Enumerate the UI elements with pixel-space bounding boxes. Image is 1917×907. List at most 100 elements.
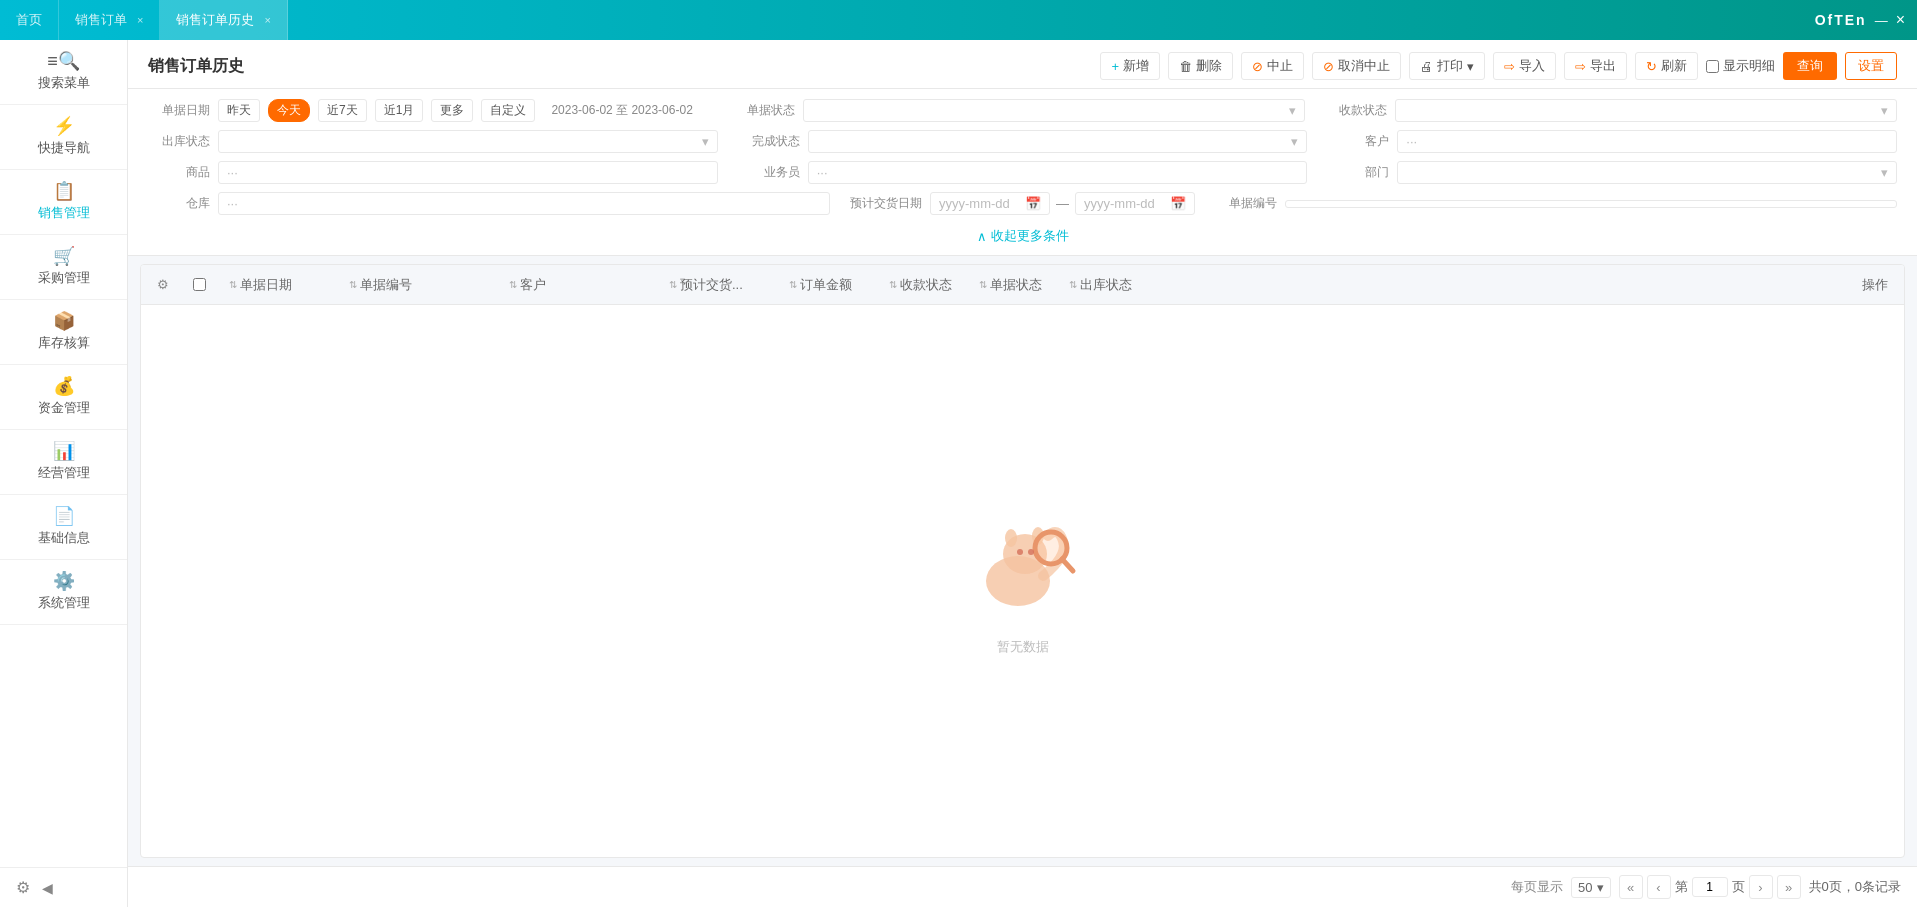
date-1month-btn[interactable]: 近1月 bbox=[375, 99, 424, 122]
sidebar-item-purchase-mgmt[interactable]: 🛒 采购管理 bbox=[0, 235, 127, 300]
next-page-btn[interactable]: › bbox=[1749, 875, 1773, 899]
top-bar-right: OfTEn — × bbox=[1803, 11, 1917, 29]
delivery-end-input[interactable]: yyyy-mm-dd 📅 bbox=[1075, 192, 1195, 215]
empty-svg bbox=[963, 506, 1083, 626]
sidebar-item-inventory-label: 库存核算 bbox=[38, 334, 90, 352]
recv-status-select[interactable]: ▾ bbox=[1395, 99, 1897, 122]
total-info: 共0页，0条记录 bbox=[1809, 878, 1901, 896]
th-delivery[interactable]: ⇅ 预计交货... bbox=[661, 276, 781, 294]
product-placeholder: ··· bbox=[227, 165, 238, 180]
out-status-select[interactable]: ▾ bbox=[218, 130, 718, 153]
sidebar-item-sales-mgmt[interactable]: 📋 销售管理 bbox=[0, 170, 127, 235]
sidebar-item-sys-mgmt[interactable]: ⚙️ 系统管理 bbox=[0, 560, 127, 625]
stop-button[interactable]: ⊘ 中止 bbox=[1241, 52, 1304, 80]
sidebar-item-operations[interactable]: 📊 经营管理 bbox=[0, 430, 127, 495]
show-cols-toggle[interactable]: 显示明细 bbox=[1706, 57, 1775, 75]
sidebar-collapse-icon[interactable]: ◀ bbox=[42, 880, 53, 896]
page-header: 销售订单历史 + 新增 🗑 删除 ⊘ 中止 ⊘ 取消中止 bbox=[128, 40, 1917, 89]
finance-icon: 💰 bbox=[53, 377, 75, 395]
tab-sales-order-close[interactable]: × bbox=[137, 14, 143, 26]
sidebar-settings-icon[interactable]: ⚙ bbox=[16, 878, 30, 897]
query-button[interactable]: 查询 bbox=[1783, 52, 1837, 80]
th-amount[interactable]: ⇅ 订单金额 bbox=[781, 276, 881, 294]
cancel-stop-label: 取消中止 bbox=[1338, 57, 1390, 75]
th-date[interactable]: ⇅ 单据日期 bbox=[221, 276, 341, 294]
filter-row-3: 商品 ··· 业务员 ··· 部门 ▾ bbox=[148, 161, 1897, 184]
date-7days-btn[interactable]: 近7天 bbox=[318, 99, 367, 122]
page-suffix: 页 bbox=[1732, 878, 1745, 896]
th-customer[interactable]: ⇅ 客户 bbox=[501, 276, 661, 294]
dept-arrow: ▾ bbox=[1881, 165, 1888, 180]
sidebar-item-quick-nav[interactable]: ⚡ 快捷导航 bbox=[0, 105, 127, 170]
product-input[interactable]: ··· bbox=[218, 161, 718, 184]
page-size-select[interactable]: 50 ▾ bbox=[1571, 877, 1610, 898]
export-button[interactable]: ⇨ 导出 bbox=[1564, 52, 1627, 80]
customer-input[interactable]: ··· bbox=[1397, 130, 1897, 153]
collapse-row[interactable]: ∧ 收起更多条件 bbox=[148, 223, 1897, 245]
select-all-checkbox[interactable] bbox=[193, 278, 206, 291]
sidebar-item-finance[interactable]: 💰 资金管理 bbox=[0, 365, 127, 430]
salesperson-input[interactable]: ··· bbox=[808, 161, 1308, 184]
settings-gear-icon[interactable]: ⚙ bbox=[157, 277, 169, 292]
stop-icon: ⊘ bbox=[1252, 59, 1263, 74]
empty-text: 暂无数据 bbox=[997, 638, 1049, 656]
th-settings[interactable]: ⚙ bbox=[149, 277, 185, 292]
th-bill-status[interactable]: ⇅ 单据状态 bbox=[971, 276, 1061, 294]
query-label: 查询 bbox=[1797, 58, 1823, 73]
setting-button[interactable]: 设置 bbox=[1845, 52, 1897, 80]
complete-status-label: 完成状态 bbox=[738, 133, 808, 150]
sidebar-item-search-menu-label: 搜索菜单 bbox=[38, 74, 90, 92]
add-label: 新增 bbox=[1123, 57, 1149, 75]
th-action: 操作 bbox=[1151, 276, 1896, 294]
complete-status-select[interactable]: ▾ bbox=[808, 130, 1308, 153]
page-number-input[interactable] bbox=[1692, 877, 1728, 897]
delivery-start-input[interactable]: yyyy-mm-dd 📅 bbox=[930, 192, 1050, 215]
svg-point-2 bbox=[1005, 529, 1017, 547]
sidebar-item-basic-info[interactable]: 📄 基础信息 bbox=[0, 495, 127, 560]
first-page-btn[interactable]: « bbox=[1619, 875, 1643, 899]
filter-area: 单据日期 昨天 今天 近7天 近1月 更多 自定义 2023-06-02 至 2… bbox=[128, 89, 1917, 256]
calendar-end-icon[interactable]: 📅 bbox=[1170, 196, 1186, 211]
warehouse-input[interactable]: ··· bbox=[218, 192, 830, 215]
bill-status-arrow: ▾ bbox=[1289, 103, 1296, 118]
date-custom-btn[interactable]: 自定义 bbox=[481, 99, 535, 122]
svg-point-7 bbox=[1028, 549, 1034, 555]
date-yesterday-btn[interactable]: 昨天 bbox=[218, 99, 260, 122]
bill-status-select[interactable]: ▾ bbox=[803, 99, 1305, 122]
out-status-label: 出库状态 bbox=[148, 133, 218, 150]
th-number-label: 单据编号 bbox=[360, 276, 412, 294]
main-layout: ≡🔍 搜索菜单 ⚡ 快捷导航 📋 销售管理 🛒 采购管理 📦 库存核算 💰 资金… bbox=[0, 40, 1917, 907]
th-out-status[interactable]: ⇅ 出库状态 bbox=[1061, 276, 1151, 294]
bill-number-input[interactable] bbox=[1285, 200, 1897, 208]
calendar-start-icon[interactable]: 📅 bbox=[1025, 196, 1041, 211]
date-more-btn[interactable]: 更多 bbox=[431, 99, 473, 122]
sidebar-bottom[interactable]: ⚙ ◀ bbox=[0, 867, 127, 907]
prev-page-btn[interactable]: ‹ bbox=[1647, 875, 1671, 899]
print-button[interactable]: 🖨 打印 ▾ bbox=[1409, 52, 1485, 80]
sidebar-item-inventory[interactable]: 📦 库存核算 bbox=[0, 300, 127, 365]
tab-sales-order-history[interactable]: 销售订单历史 × bbox=[160, 0, 287, 40]
show-cols-checkbox[interactable] bbox=[1706, 60, 1719, 73]
date-today-btn[interactable]: 今天 bbox=[268, 99, 310, 122]
last-page-btn[interactable]: » bbox=[1777, 875, 1801, 899]
tab-sales-order-history-close[interactable]: × bbox=[264, 14, 270, 26]
close-icon[interactable]: × bbox=[1896, 11, 1905, 29]
operations-icon: 📊 bbox=[53, 442, 75, 460]
th-number[interactable]: ⇅ 单据编号 bbox=[341, 276, 501, 294]
tab-home[interactable]: 首页 bbox=[0, 0, 59, 40]
delete-button[interactable]: 🗑 删除 bbox=[1168, 52, 1233, 80]
sidebar-item-search-menu[interactable]: ≡🔍 搜索菜单 bbox=[0, 40, 127, 105]
product-label: 商品 bbox=[148, 164, 218, 181]
brand-label: OfTEn bbox=[1815, 12, 1867, 28]
add-button[interactable]: + 新增 bbox=[1100, 52, 1160, 80]
th-recv-status[interactable]: ⇅ 收款状态 bbox=[881, 276, 971, 294]
th-checkbox[interactable] bbox=[185, 278, 221, 291]
cancel-stop-button[interactable]: ⊘ 取消中止 bbox=[1312, 52, 1401, 80]
refresh-button[interactable]: ↻ 刷新 bbox=[1635, 52, 1698, 80]
warehouse-placeholder: ··· bbox=[227, 196, 238, 211]
dept-select[interactable]: ▾ bbox=[1397, 161, 1897, 184]
import-button[interactable]: ⇨ 导入 bbox=[1493, 52, 1556, 80]
stop-label: 中止 bbox=[1267, 57, 1293, 75]
tab-sales-order[interactable]: 销售订单 × bbox=[59, 0, 160, 40]
minimize-icon[interactable]: — bbox=[1875, 13, 1888, 28]
